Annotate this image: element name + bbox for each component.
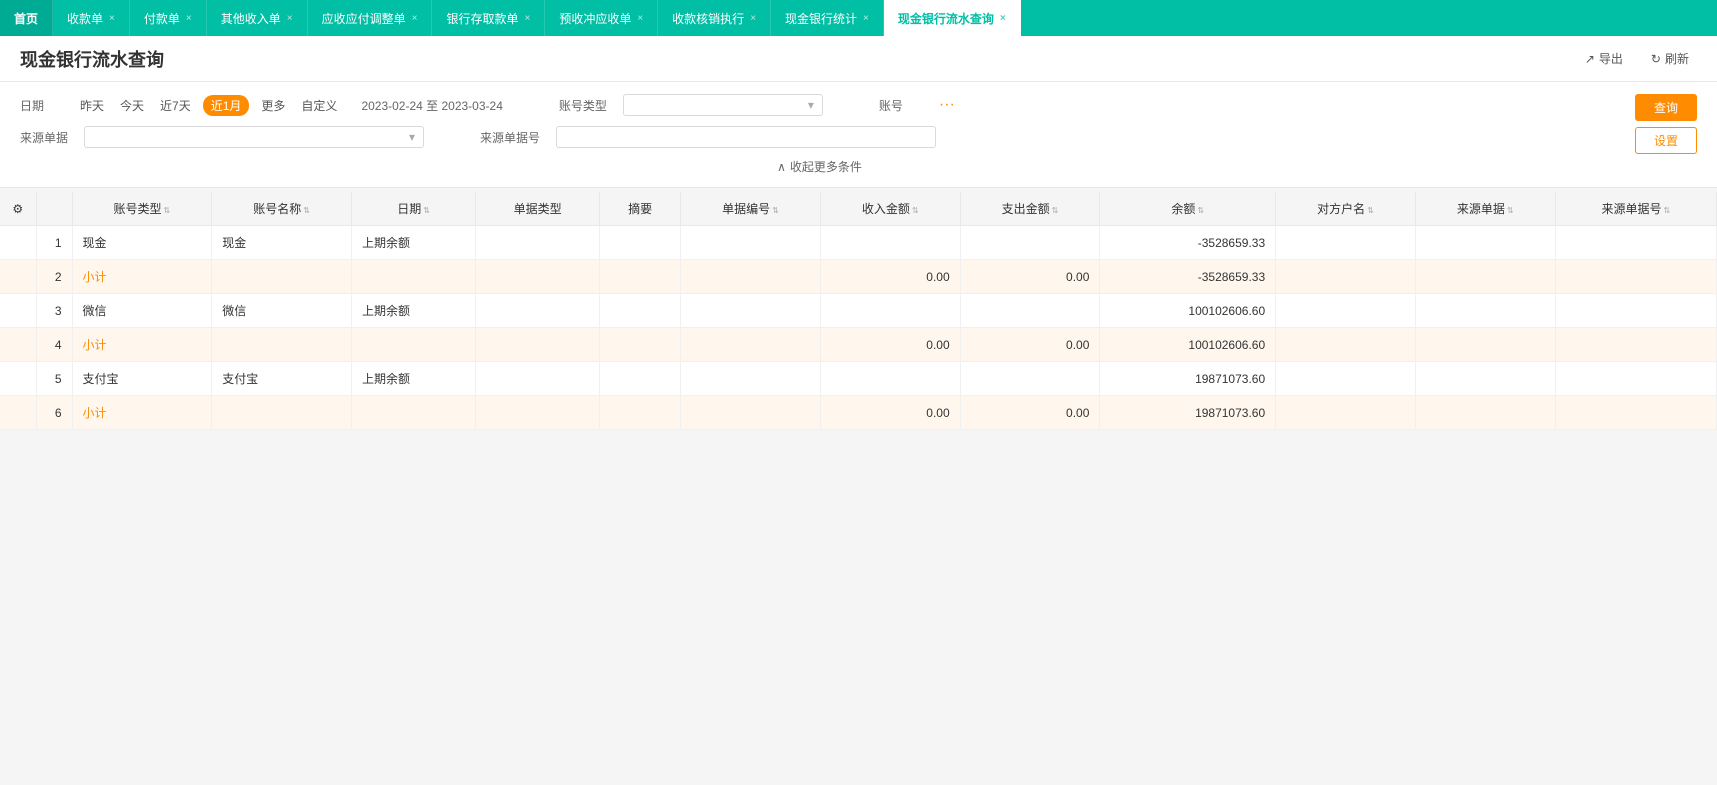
settings-icon[interactable]: ⚙ — [12, 202, 23, 216]
top-navigation: 首页 收款单 × 付款单 × 其他收入单 × 应收应付调整单 × 银行存取款单 … — [0, 0, 1717, 36]
nav-tab-4[interactable]: 银行存取款单 × — [432, 0, 545, 36]
refresh-button[interactable]: ↻ 刷新 — [1643, 46, 1697, 71]
collapse-icon: ∧ — [777, 160, 786, 174]
close-icon[interactable]: × — [186, 13, 192, 24]
data-table: ⚙ 账号类型⇅ 账号名称⇅ 日期⇅ 单据类型 摘要 单据编号⇅ 收入金额⇅ 支出… — [0, 192, 1717, 430]
col-summary: 摘要 — [600, 192, 681, 226]
header-actions: ↗ 导出 ↻ 刷新 — [1577, 46, 1697, 71]
date-options: 昨天 今天 近7天 近1月 更多 自定义 — [76, 95, 341, 116]
date-opt-custom[interactable]: 自定义 — [297, 95, 341, 116]
nav-tab-1[interactable]: 付款单 × — [130, 0, 207, 36]
table-row: 3微信微信上期余额100102606.60 — [0, 294, 1717, 328]
nav-tab-6[interactable]: 收款核销执行 × — [658, 0, 771, 36]
source-voucher-no-input[interactable] — [556, 126, 936, 148]
table-row: 2小计0.000.00-3528659.33 — [0, 260, 1717, 294]
close-icon[interactable]: × — [412, 13, 418, 24]
source-voucher-value — [93, 130, 96, 144]
filter-main-row: 日期 昨天 今天 近7天 近1月 更多 自定义 2023-02-24 至 202… — [20, 94, 1697, 175]
col-balance[interactable]: 余额⇅ — [1100, 192, 1276, 226]
nav-tab-2[interactable]: 其他收入单 × — [207, 0, 308, 36]
table-row: 4小计0.000.00100102606.60 — [0, 328, 1717, 362]
col-account-name[interactable]: 账号名称⇅ — [212, 192, 352, 226]
col-expense[interactable]: 支出金额⇅ — [960, 192, 1100, 226]
col-voucher-type: 单据类型 — [476, 192, 600, 226]
table-body: 1现金现金上期余额-3528659.332小计0.000.00-3528659.… — [0, 226, 1717, 430]
filter-row-1: 日期 昨天 今天 近7天 近1月 更多 自定义 2023-02-24 至 202… — [20, 94, 1619, 116]
source-voucher-no-label: 来源单据号 — [480, 129, 540, 146]
col-account-type[interactable]: 账号类型⇅ — [72, 192, 212, 226]
close-icon[interactable]: × — [1000, 13, 1006, 24]
collapse-bar[interactable]: ∧ 收起更多条件 — [20, 158, 1619, 175]
col-settings[interactable]: ⚙ — [0, 192, 36, 226]
refresh-icon: ↻ — [1651, 52, 1661, 66]
chevron-down-icon-2: ▾ — [409, 130, 415, 144]
nav-tab-3[interactable]: 应收应付调整单 × — [308, 0, 433, 36]
nav-tab-7[interactable]: 现金银行统计 × — [771, 0, 884, 36]
close-icon[interactable]: × — [637, 13, 643, 24]
close-icon[interactable]: × — [750, 13, 756, 24]
page-header: 现金银行流水查询 ↗ 导出 ↻ 刷新 — [0, 36, 1717, 82]
col-source-no[interactable]: 来源单据号⇅ — [1555, 192, 1716, 226]
date-opt-1month[interactable]: 近1月 — [203, 95, 250, 116]
nav-tab-0[interactable]: 收款单 × — [53, 0, 130, 36]
source-voucher-label: 来源单据 — [20, 129, 68, 146]
date-opt-more[interactable]: 更多 — [257, 95, 289, 116]
nav-home[interactable]: 首页 — [0, 0, 53, 36]
date-range: 2023-02-24 至 2023-03-24 — [361, 97, 502, 114]
close-icon[interactable]: × — [287, 13, 293, 24]
account-type-value — [632, 98, 635, 112]
table-container: ⚙ 账号类型⇅ 账号名称⇅ 日期⇅ 单据类型 摘要 单据编号⇅ 收入金额⇅ 支出… — [0, 192, 1717, 430]
date-opt-yesterday[interactable]: 昨天 — [76, 95, 108, 116]
filter-area: 日期 昨天 今天 近7天 近1月 更多 自定义 2023-02-24 至 202… — [0, 82, 1717, 188]
close-icon[interactable]: × — [109, 13, 115, 24]
export-button[interactable]: ↗ 导出 — [1577, 46, 1631, 71]
account-label: 账号 — [879, 97, 919, 114]
date-opt-7days[interactable]: 近7天 — [156, 95, 195, 116]
col-date[interactable]: 日期⇅ — [352, 192, 476, 226]
account-type-select[interactable]: ▾ — [623, 94, 823, 116]
col-source-voucher[interactable]: 来源单据⇅ — [1415, 192, 1555, 226]
col-index — [36, 192, 72, 226]
date-label: 日期 — [20, 97, 60, 114]
filter-buttons: 查询 设置 — [1635, 94, 1697, 154]
nav-tab-5[interactable]: 预收冲应收单 × — [545, 0, 658, 36]
settings-button[interactable]: 设置 — [1635, 127, 1697, 154]
filter-fields: 日期 昨天 今天 近7天 近1月 更多 自定义 2023-02-24 至 202… — [20, 94, 1619, 175]
filter-row-2: 来源单据 ▾ 来源单据号 — [20, 126, 1619, 148]
table-header: ⚙ 账号类型⇅ 账号名称⇅ 日期⇅ 单据类型 摘要 单据编号⇅ 收入金额⇅ 支出… — [0, 192, 1717, 226]
close-icon[interactable]: × — [863, 13, 869, 24]
page-title: 现金银行流水查询 — [20, 46, 164, 72]
query-button[interactable]: 查询 — [1635, 94, 1697, 121]
export-icon: ↗ — [1585, 52, 1595, 66]
table-row: 6小计0.000.0019871073.60 — [0, 396, 1717, 430]
account-type-label: 账号类型 — [559, 97, 607, 114]
col-voucher-no[interactable]: 单据编号⇅ — [681, 192, 821, 226]
table-row: 1现金现金上期余额-3528659.33 — [0, 226, 1717, 260]
date-opt-today[interactable]: 今天 — [116, 95, 148, 116]
col-income[interactable]: 收入金额⇅ — [820, 192, 960, 226]
col-counter-party[interactable]: 对方户名⇅ — [1276, 192, 1416, 226]
source-voucher-select[interactable]: ▾ — [84, 126, 424, 148]
table-row: 5支付宝支付宝上期余额19871073.60 — [0, 362, 1717, 396]
close-icon[interactable]: × — [524, 13, 530, 24]
nav-tab-8[interactable]: 现金银行流水查询 × — [884, 0, 1021, 36]
chevron-down-icon: ▾ — [808, 98, 814, 112]
account-ellipsis-button[interactable]: ··· — [935, 96, 959, 114]
